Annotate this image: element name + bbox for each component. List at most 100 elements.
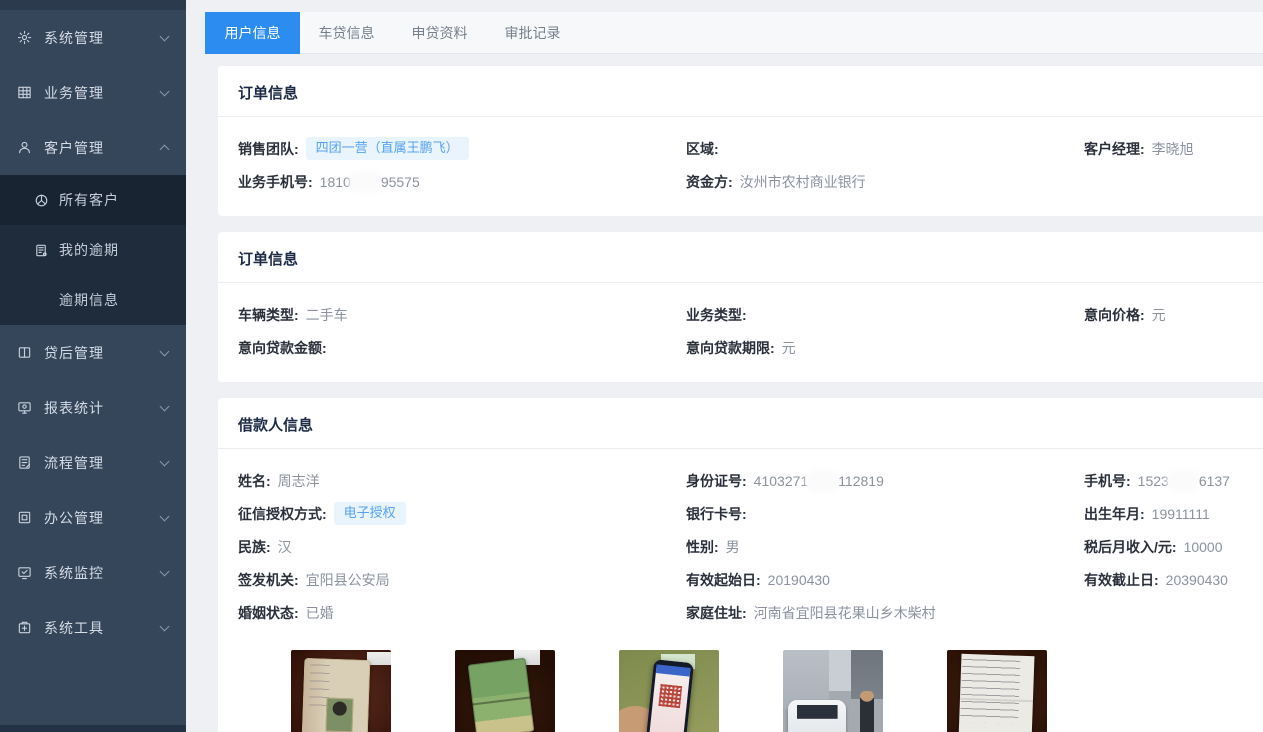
sidebar-item-all-customers[interactable]: 所有客户: [0, 175, 186, 225]
sidebar-item-office-management[interactable]: 办公管理: [0, 490, 186, 545]
sidebar-bottom-strip: [0, 725, 186, 732]
sidebar-item-business-management[interactable]: 业务管理: [0, 65, 186, 120]
field-label: 业务类型:: [686, 305, 747, 325]
sidebar-item-post-loan-management[interactable]: 贷后管理: [0, 325, 186, 380]
field-value: 元: [1152, 305, 1166, 325]
field-valid-to: 有效截止日:20390430: [1084, 570, 1263, 590]
sidebar-item-label: 贷后管理: [44, 343, 104, 363]
sidebar-item-label: 客户管理: [44, 138, 104, 158]
field-label: 税后月收入/元:: [1084, 537, 1177, 557]
chevron-down-icon: [160, 401, 170, 411]
office-icon: [16, 510, 32, 526]
sidebar-item-overdue-info[interactable]: 逾期信息: [0, 275, 186, 325]
credit-auth-method-tag: 电子授权: [334, 502, 406, 524]
sidebar-item-label: 办公管理: [44, 508, 104, 528]
field-label: 客户经理:: [1084, 139, 1145, 159]
order-info-card-1: 订单信息销售团队:四团一营（直属王鹏飞）区域:客户经理:李晓旭业务手机号:181…: [218, 66, 1263, 216]
field-value: 河南省宜阳县花果山乡木柴村: [754, 603, 936, 623]
sidebar-item-process-management[interactable]: 流程管理: [0, 435, 186, 490]
card-divider: [218, 116, 1263, 117]
sidebar-item-my-overdue[interactable]: 我的逾期: [0, 225, 186, 275]
field-label: 银行卡号:: [686, 504, 747, 524]
field-row: 销售团队: 四团一营（直属王鹏飞） 区域: 客户经理: 李晓旭: [238, 132, 1263, 165]
field-row: 征信授权方式: 电子授权 银行卡号: 出生年月: 19911111: [238, 497, 1263, 530]
process-icon: [16, 455, 32, 471]
submenu-indent: [33, 292, 49, 308]
field-label: 出生年月:: [1084, 504, 1145, 524]
tab-loan-application-docs[interactable]: 申贷资料: [393, 12, 486, 54]
field-ethnicity: 民族:汉: [238, 537, 686, 557]
monitor-icon: [16, 400, 32, 416]
field-value: 181095575: [320, 174, 420, 190]
sidebar-top-strip: [0, 0, 186, 10]
field-value: 汝州市农村商业银行: [740, 172, 866, 192]
field-row: 意向贷款金额:意向贷款期限:元: [238, 331, 1263, 364]
field-label: 身份证号:: [686, 471, 747, 491]
field-label: 家庭住址:: [686, 603, 747, 623]
green-booklet-photo[interactable]: [455, 650, 555, 732]
field-home-address: 家庭住址: 河南省宜阳县花果山乡木柴村: [686, 603, 1084, 623]
chevron-down-icon: [160, 31, 170, 41]
sidebar-item-system-monitoring[interactable]: 系统监控: [0, 545, 186, 600]
field-intent-loan-term: 意向贷款期限:元: [686, 338, 1084, 358]
photo-item: 驾驶证副页: [455, 650, 555, 732]
sidebar-item-label: 系统管理: [44, 28, 104, 48]
sidebar-item-label: 报表统计: [44, 398, 104, 418]
field-label: 销售团队:: [238, 139, 299, 159]
id-card-photo[interactable]: [291, 650, 391, 732]
sidebar-menu: 系统管理业务管理客户管理所有客户我的逾期逾期信息贷后管理报表统计流程管理办公管理…: [0, 10, 186, 655]
toolbox-icon: [16, 620, 32, 636]
chevron-down-icon: [160, 511, 170, 521]
chevron-down-icon: [160, 621, 170, 631]
car-owner-photo[interactable]: [783, 650, 883, 732]
sidebar-item-label: 系统监控: [44, 563, 104, 583]
sidebar-item-label: 逾期信息: [59, 290, 119, 310]
field-label: 婚姻状态:: [238, 603, 299, 623]
photo-row: 人像面驾驶证副页授权证明人车合影补充材料: [238, 650, 1263, 732]
photo-item: 人像面: [291, 650, 391, 732]
field-label: 车辆类型:: [238, 305, 299, 325]
field-label: 手机号:: [1084, 471, 1131, 491]
tab-car-loan-info[interactable]: 车贷信息: [300, 12, 393, 54]
monitor-check-icon: [16, 565, 32, 581]
tab-bar: 用户信息车贷信息申贷资料审批记录: [205, 12, 1263, 54]
field-funder: 资金方:汝州市农村商业银行: [686, 172, 1084, 192]
main-content: 用户信息车贷信息申贷资料审批记录 订单信息销售团队:四团一营（直属王鹏飞）区域:…: [186, 0, 1263, 732]
field-after-tax-income: 税后月收入/元:10000: [1084, 537, 1263, 557]
chevron-down-icon: [160, 566, 170, 576]
field-value: 20390430: [1166, 572, 1228, 588]
field-row: 姓名:周志洋身份证号:4103271112819手机号:15236137: [238, 464, 1263, 497]
card-title: 借款人信息: [238, 414, 1263, 435]
field-sales-team: 销售团队: 四团一营（直属王鹏飞）: [238, 137, 686, 159]
field-label: 意向价格:: [1084, 305, 1145, 325]
document-photo[interactable]: [947, 650, 1047, 732]
field-value: 19911111: [1152, 506, 1210, 522]
sidebar-item-label: 我的逾期: [59, 240, 119, 260]
sidebar-item-report-statistics[interactable]: 报表统计: [0, 380, 186, 435]
sidebar-item-label: 系统工具: [44, 618, 104, 638]
gear-icon: [16, 30, 32, 46]
field-intent-loan-amount: 意向贷款金额:: [238, 338, 686, 358]
field-row: 车辆类型:二手车业务类型: 意向价格: 元: [238, 298, 1263, 331]
field-label: 签发机关:: [238, 570, 299, 590]
sidebar-item-customer-management[interactable]: 客户管理: [0, 120, 186, 175]
field-row: 民族:汉性别:男税后月收入/元:10000: [238, 530, 1263, 563]
field-region: 区域:: [686, 139, 1084, 159]
field-valid-from: 有效起始日:20190430: [686, 570, 1084, 590]
sales-team-tag[interactable]: 四团一营（直属王鹏飞）: [306, 137, 469, 159]
tab-user-info[interactable]: 用户信息: [205, 12, 300, 54]
qr-auth-photo[interactable]: [619, 650, 719, 732]
field-label: 业务手机号:: [238, 172, 313, 192]
field-account-manager: 客户经理: 李晓旭: [1084, 139, 1263, 159]
field-label: 征信授权方式:: [238, 504, 327, 524]
field-vehicle-type: 车辆类型:二手车: [238, 305, 686, 325]
field-gender: 性别:男: [686, 537, 1084, 557]
redacted-blur: [809, 474, 837, 488]
field-label: 区域:: [686, 139, 719, 159]
tab-approval-records[interactable]: 审批记录: [486, 12, 579, 54]
sidebar-item-system-management[interactable]: 系统管理: [0, 10, 186, 65]
sidebar-item-system-tools[interactable]: 系统工具: [0, 600, 186, 655]
photo-item: 人车合影: [783, 650, 883, 732]
field-business-type: 业务类型:: [686, 305, 1084, 325]
field-value: 李晓旭: [1152, 139, 1194, 159]
